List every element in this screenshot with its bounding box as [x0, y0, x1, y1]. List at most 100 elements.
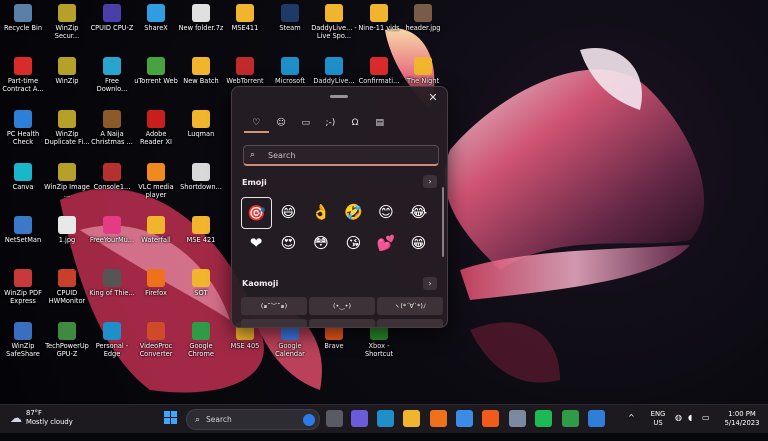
volume-icon[interactable]: ◖: [688, 413, 692, 441]
network-icon[interactable]: ◍: [675, 413, 682, 441]
desktop-icon[interactable]: DaddyLive... - Live Spo...: [311, 4, 357, 40]
desktop-icon[interactable]: Personal - Edge: [89, 322, 135, 358]
taskbar-search[interactable]: ⌕ Search: [186, 409, 320, 430]
desktop-icon[interactable]: Microsoft: [267, 57, 313, 85]
desktop-icon[interactable]: WinZip: [44, 57, 90, 85]
desktop-icon[interactable]: WinZip Secur...: [44, 4, 90, 40]
desktop-icon[interactable]: WinZip SafeShare: [0, 322, 46, 358]
emoji-item[interactable]: 😍: [274, 228, 304, 257]
teams-chat-icon[interactable]: [351, 410, 368, 427]
kaomoji-item[interactable]: (•‿•): [309, 297, 375, 315]
emoji-item[interactable]: 🤣: [339, 197, 369, 226]
desktop-icon[interactable]: TechPowerUp GPU-Z: [44, 322, 90, 358]
desktop-icon[interactable]: 1.jpg: [44, 216, 90, 244]
settings-icon[interactable]: [509, 410, 526, 427]
desktop-icon[interactable]: Nine-11 vids: [356, 4, 402, 32]
desktop-icon[interactable]: Part-time Contract A...: [0, 57, 46, 93]
emoji-item[interactable]: 😂: [404, 197, 434, 226]
desktop-icon[interactable]: Confirmati...: [356, 57, 402, 85]
spotify-icon[interactable]: [535, 410, 552, 427]
show-hidden-icons-button[interactable]: ^: [628, 413, 635, 441]
emoji-more-button[interactable]: ›: [423, 175, 437, 188]
clipboard-tab[interactable]: ▤: [367, 115, 392, 131]
emoji-item[interactable]: 🎯: [241, 197, 272, 229]
desktop-icon[interactable]: VideoProc Converter: [133, 322, 179, 358]
panel-drag-handle[interactable]: [330, 95, 348, 98]
file-explorer-icon[interactable]: [403, 410, 420, 427]
desktop-icon[interactable]: Recycle Bin: [0, 4, 46, 32]
emoji-search-box[interactable]: ⌕: [243, 145, 439, 166]
desktop-icon[interactable]: MSE411: [222, 4, 268, 32]
emoji-item[interactable]: 😳: [306, 228, 336, 257]
desktop-icon[interactable]: Free Downlo...: [89, 57, 135, 93]
emoji-item[interactable]: 😊: [371, 197, 401, 226]
microsoft-store-icon[interactable]: [456, 410, 473, 427]
emoji-item[interactable]: 😘: [339, 228, 369, 257]
desktop-icon[interactable]: MSE 421: [178, 216, 224, 244]
kaomoji-tab[interactable]: ;-): [318, 115, 343, 131]
desktop-icon[interactable]: New folder.7z: [178, 4, 224, 32]
desktop-icon[interactable]: WinZip Image ...: [44, 163, 90, 199]
desktop-icon[interactable]: WebTorrent: [222, 57, 268, 85]
desktop-icon[interactable]: WinZip PDF Express: [0, 269, 46, 305]
panel-scrollbar[interactable]: [442, 187, 444, 257]
start-button[interactable]: [164, 411, 178, 425]
emoji-search-input[interactable]: [266, 149, 430, 161]
desktop-icon[interactable]: WinZip Duplicate Fi...: [44, 110, 90, 146]
battery-icon[interactable]: ▭: [702, 413, 710, 441]
emoji-item[interactable]: 💕: [371, 228, 401, 257]
recent-tab[interactable]: ☺: [269, 115, 294, 131]
desktop-icon[interactable]: King of Thie...: [89, 269, 135, 297]
desktop-icon[interactable]: Google Chrome: [178, 322, 224, 358]
kaomoji-item[interactable]: [377, 319, 443, 327]
symbols-tab[interactable]: Ω: [343, 115, 368, 131]
desktop-icon-label: WinZip PDF Express: [4, 289, 42, 305]
task-view-icon[interactable]: [326, 410, 343, 427]
desktop-icon[interactable]: ShareX: [133, 4, 179, 32]
desktop-icon[interactable]: The Night: [400, 57, 446, 85]
desktop-icon[interactable]: CPUID CPU-Z: [89, 4, 135, 32]
desktop-icon[interactable]: DaddyLive...: [311, 57, 357, 85]
brave-taskbar-icon[interactable]: [482, 410, 499, 427]
chrome-icon: [192, 322, 210, 340]
emoji-item[interactable]: 😄: [274, 197, 304, 226]
kaomoji-item[interactable]: [241, 319, 307, 327]
desktop-icon[interactable]: SOT: [178, 269, 224, 297]
desktop-icon[interactable]: header.jpg: [400, 4, 446, 32]
desktop-icon[interactable]: Shortdown...: [178, 163, 224, 191]
desktop-icon-label: A Naija Christmas ...: [91, 130, 133, 146]
chrome-taskbar-icon[interactable]: [562, 410, 579, 427]
desktop-icon[interactable]: FreeYourMu...: [89, 216, 135, 244]
kaomoji-item[interactable]: [309, 319, 375, 327]
emoji-item[interactable]: 👌: [306, 197, 336, 226]
photos-icon[interactable]: [588, 410, 605, 427]
gif-tab[interactable]: ▭: [293, 115, 318, 131]
kaomoji-item[interactable]: (๑˘︶˘๑): [241, 297, 307, 315]
desktop-icon[interactable]: Luqman: [178, 110, 224, 138]
desktop-icon[interactable]: NetSetMan: [0, 216, 46, 244]
desktop-icon[interactable]: uTorrent Web: [133, 57, 179, 85]
firefox-taskbar-icon[interactable]: [430, 410, 447, 427]
desktop-icon[interactable]: New Batch: [178, 57, 224, 85]
clock[interactable]: 1:00 PM 5/14/2023: [716, 410, 768, 438]
desktop-icon[interactable]: Waterfall: [133, 216, 179, 244]
emoji-tab[interactable]: ♡: [244, 115, 269, 133]
kaomoji-more-button[interactable]: ›: [423, 277, 437, 290]
close-button[interactable]: ✕: [426, 91, 440, 105]
desktop-icon[interactable]: Adobe Reader XI: [133, 110, 179, 146]
weather-widget[interactable]: ☁ 87°F Mostly cloudy: [10, 409, 73, 427]
desktop-icon[interactable]: Firefox: [133, 269, 179, 297]
desktop-icon[interactable]: Console1...: [89, 163, 135, 191]
emoji-item[interactable]: 😁: [404, 228, 434, 257]
desktop-icon[interactable]: CPUID HWMonitor: [44, 269, 90, 305]
desktop-icon[interactable]: PC Health Check: [0, 110, 46, 146]
desktop-icon[interactable]: Canva: [0, 163, 46, 191]
desktop-icon[interactable]: VLC media player: [133, 163, 179, 199]
edge-taskbar-icon[interactable]: [377, 410, 394, 427]
emoji-item[interactable]: ❤: [241, 228, 271, 257]
bing-icon[interactable]: [303, 413, 315, 426]
desktop-icon[interactable]: Steam: [267, 4, 313, 32]
desktop-icon[interactable]: A Naija Christmas ...: [89, 110, 135, 146]
language-indicator[interactable]: ENG US: [648, 410, 668, 438]
kaomoji-item[interactable]: ヽ(*´∀`*)ﾉ: [377, 297, 443, 315]
